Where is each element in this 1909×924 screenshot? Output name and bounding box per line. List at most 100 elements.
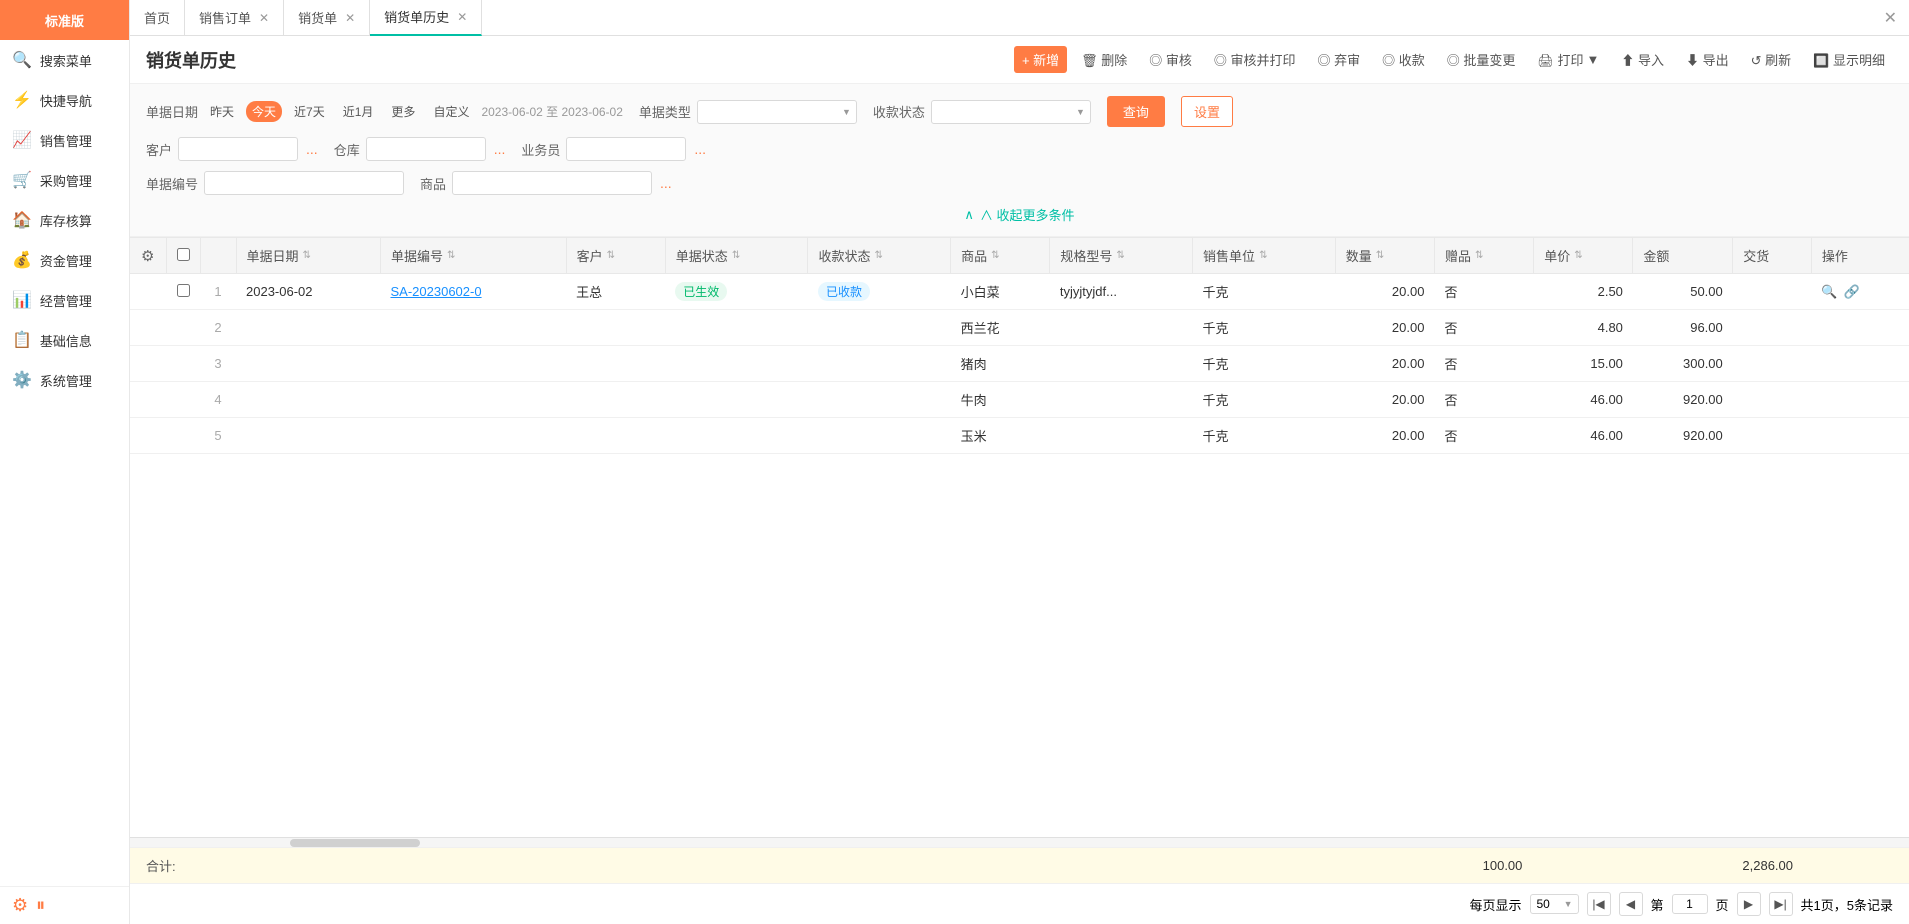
goods-dots-btn[interactable]: ... (660, 175, 672, 191)
custom-btn[interactable]: 自定义 (427, 101, 475, 122)
row-checkbox[interactable] (166, 382, 200, 418)
warehouse-dots-btn[interactable]: ... (494, 141, 506, 157)
display-detail-button[interactable]: 🔲 显示明细 (1805, 46, 1893, 73)
collect-button[interactable]: ◎ 收款 (1374, 46, 1433, 73)
select-all-checkbox[interactable] (177, 248, 190, 261)
row-qty: 20.00 (1335, 310, 1434, 346)
sidebar-item-purchase-mgmt[interactable]: 🛒 采购管理 (0, 160, 129, 200)
date-label: 单据日期 (146, 102, 198, 121)
column-gift[interactable]: 赠品⇅ (1434, 238, 1533, 274)
row-unit: 千克 (1193, 310, 1336, 346)
row-checkbox[interactable] (166, 274, 200, 310)
more-btn[interactable]: 更多 (385, 101, 421, 122)
import-button[interactable]: ⬆ 导入 (1613, 46, 1672, 73)
new-button[interactable]: + 新增 (1014, 46, 1067, 73)
row-qty: 20.00 (1335, 274, 1434, 310)
tab-sales-goods[interactable]: 销货单 ✕ (284, 0, 370, 36)
row-doc-date (236, 310, 381, 346)
export-button[interactable]: ⬇ 导出 (1678, 46, 1737, 73)
column-qty[interactable]: 数量⇅ (1335, 238, 1434, 274)
delete-button[interactable]: 🗑 删除 (1073, 46, 1135, 73)
doc-no-input[interactable] (204, 171, 404, 195)
7days-btn[interactable]: 近7天 (288, 101, 331, 122)
tab-sales-history[interactable]: 销货单历史 ✕ (370, 0, 482, 36)
tab-home[interactable]: 首页 (130, 0, 185, 36)
query-button[interactable]: 查询 (1107, 96, 1165, 127)
collapse-filter-btn[interactable]: ∧ ∧ 收起更多条件 (146, 205, 1893, 224)
sidebar-item-basic-info[interactable]: 📋 基础信息 (0, 320, 129, 360)
audit-print-button[interactable]: ◎ 审核并打印 (1206, 46, 1304, 73)
row-qty: 20.00 (1335, 346, 1434, 382)
audit-button[interactable]: ◎ 审核 (1141, 46, 1200, 73)
tab-sales-order-close[interactable]: ✕ (259, 11, 269, 25)
today-btn[interactable]: 今天 (246, 101, 282, 122)
doc-type-group: 单据类型 (639, 100, 857, 124)
collapse-sidebar-icon[interactable]: ⏸ (36, 895, 45, 916)
print-button[interactable]: 🖨 打印 ▼ (1529, 46, 1607, 73)
column-price[interactable]: 单价⇅ (1534, 238, 1633, 274)
money-icon: 💰 (12, 250, 32, 270)
column-unit[interactable]: 销售单位⇅ (1193, 238, 1336, 274)
goods-input[interactable] (452, 171, 652, 195)
page-size-select[interactable]: 50 10 20 100 (1530, 894, 1579, 914)
payment-status-select[interactable] (931, 100, 1091, 124)
row-customer (566, 382, 665, 418)
prev-page-btn[interactable]: ◀ (1619, 892, 1643, 916)
total-label: 合计: (146, 856, 176, 875)
refresh-button[interactable]: ↺ 刷新 (1743, 46, 1800, 73)
sidebar-item-ops[interactable]: 📊 经营管理 (0, 280, 129, 320)
discard-button[interactable]: ◎ 弃审 (1310, 46, 1369, 73)
first-page-btn[interactable]: |◀ (1587, 892, 1611, 916)
row-checkbox[interactable] (166, 418, 200, 454)
last-page-btn[interactable]: ▶| (1769, 892, 1793, 916)
column-doc-no[interactable]: 单据编号⇅ (381, 238, 567, 274)
column-doc-date[interactable]: 单据日期⇅ (236, 238, 381, 274)
column-goods[interactable]: 商品⇅ (951, 238, 1050, 274)
column-customer[interactable]: 客户⇅ (566, 238, 665, 274)
row-doc-status (665, 382, 808, 418)
doc-type-select[interactable] (697, 100, 857, 124)
customer-dots-btn[interactable]: ... (306, 141, 318, 157)
sidebar-item-label: 搜索菜单 (40, 51, 92, 70)
column-gear[interactable]: ⚙ (130, 238, 166, 274)
column-doc-status[interactable]: 单据状态⇅ (665, 238, 808, 274)
row-payment-status (808, 346, 951, 382)
salesperson-dots-btn[interactable]: ... (694, 141, 706, 157)
column-payment-status[interactable]: 收款状态⇅ (808, 238, 951, 274)
row-action: 🔍🔗 (1811, 274, 1909, 310)
sidebar-item-sys-mgmt[interactable]: ⚙️ 系统管理 (0, 360, 129, 400)
next-page-btn[interactable]: ▶ (1737, 892, 1761, 916)
batch-change-button[interactable]: ◎ 批量变更 (1439, 46, 1524, 73)
settings-icon[interactable]: ⚙ (12, 895, 28, 916)
row-checkbox[interactable] (166, 310, 200, 346)
scrollbar-thumb[interactable] (290, 839, 420, 847)
set-button[interactable]: 设置 (1181, 96, 1233, 127)
row-unit: 千克 (1193, 346, 1336, 382)
sidebar-item-label: 库存核算 (40, 211, 92, 230)
table-row: 2 西兰花 千克 20.00 否 4.80 96.00 (130, 310, 1909, 346)
row-doc-status (665, 418, 808, 454)
horizontal-scrollbar[interactable] (130, 837, 1909, 847)
close-all-tabs[interactable]: ✕ (1872, 8, 1909, 28)
pagination-bar: 每页显示 50 10 20 100 |◀ ◀ 第 页 ▶ ▶| 共1页，5条记录 (130, 883, 1909, 924)
table-footer: 合计: 100.00 2,286.00 (130, 847, 1909, 883)
customer-input[interactable] (178, 137, 298, 161)
tab-sales-goods-close[interactable]: ✕ (345, 11, 355, 25)
sidebar-item-search-menu[interactable]: 🔍 搜索菜单 (0, 40, 129, 80)
row-spec (1050, 346, 1193, 382)
tab-sales-order[interactable]: 销售订单 ✕ (185, 0, 284, 36)
row-transaction (1733, 274, 1812, 310)
sidebar-item-sales-mgmt[interactable]: 📈 销售管理 (0, 120, 129, 160)
warehouse-input[interactable] (366, 137, 486, 161)
page-num-input[interactable] (1672, 894, 1708, 914)
tab-sales-history-close[interactable]: ✕ (457, 10, 467, 24)
sidebar-item-quick-nav[interactable]: ⚡ 快捷导航 (0, 80, 129, 120)
1month-btn[interactable]: 近1月 (337, 101, 380, 122)
customer-group: 客户 ... (146, 137, 318, 161)
salesperson-input[interactable] (566, 137, 686, 161)
row-checkbox[interactable] (166, 346, 200, 382)
sidebar-item-inventory[interactable]: 🏠 库存核算 (0, 200, 129, 240)
yesterday-btn[interactable]: 昨天 (204, 101, 240, 122)
sidebar-item-finance[interactable]: 💰 资金管理 (0, 240, 129, 280)
column-spec[interactable]: 规格型号⇅ (1050, 238, 1193, 274)
